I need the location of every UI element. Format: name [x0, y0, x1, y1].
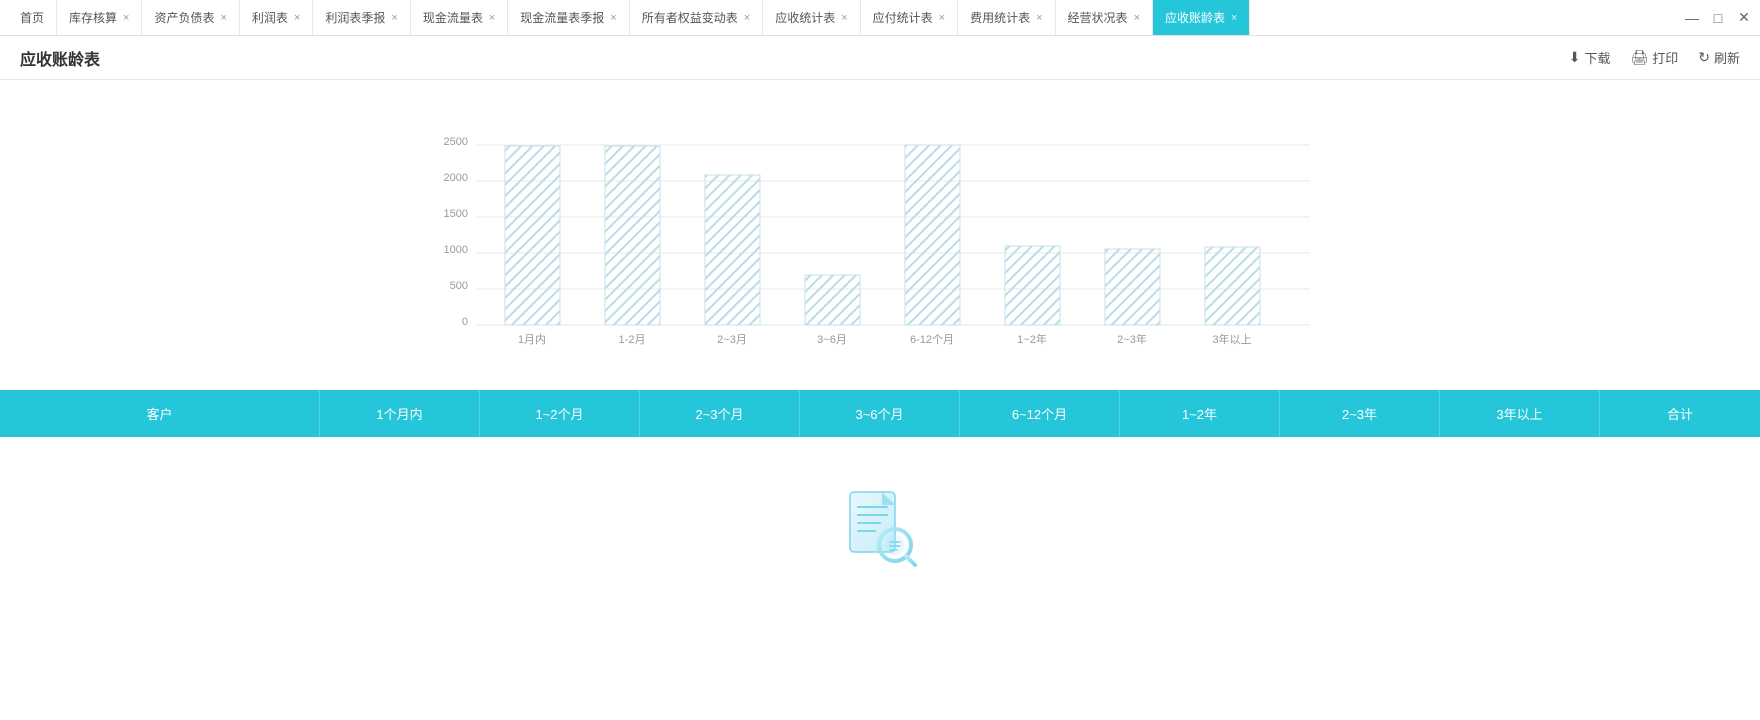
header-actions: ⬇ 下载 🖨 打印 ↻ 刷新 — [1569, 48, 1740, 67]
chart-area: 0 500 1000 1500 2000 2500 — [0, 80, 1760, 390]
close-icon[interactable]: × — [1036, 12, 1042, 24]
col-customer: 客户 — [0, 390, 320, 437]
tab-profit-quarterly[interactable]: 利润表季报 × — [313, 0, 410, 36]
tab-profit[interactable]: 利润表 × — [240, 0, 313, 36]
bar-chart: 0 500 1000 1500 2000 2500 — [430, 100, 1330, 370]
svg-text:0: 0 — [462, 316, 468, 328]
tab-home[interactable]: 首页 — [8, 0, 57, 36]
svg-text:2500: 2500 — [444, 136, 468, 148]
print-icon: 🖨 — [1630, 49, 1648, 66]
tab-equity[interactable]: 所有者权益变动表 × — [630, 0, 763, 36]
col-2-3m: 2~3个月 — [640, 390, 800, 437]
close-icon[interactable]: × — [489, 12, 495, 24]
col-total: 合计 — [1600, 390, 1760, 437]
svg-text:1~2年: 1~2年 — [1017, 332, 1047, 346]
col-1-2m: 1~2个月 — [480, 390, 640, 437]
print-button[interactable]: 🖨 打印 — [1630, 48, 1678, 67]
close-button[interactable]: ✕ — [1736, 10, 1752, 26]
close-icon[interactable]: × — [744, 12, 750, 24]
refresh-button[interactable]: ↻ 刷新 — [1698, 48, 1740, 67]
svg-text:1000: 1000 — [444, 244, 468, 256]
table-header: 客户 1个月内 1~2个月 2~3个月 3~6个月 6~12个月 1~2年 2~… — [0, 390, 1760, 437]
svg-text:3年以上: 3年以上 — [1212, 332, 1251, 346]
close-icon[interactable]: × — [841, 12, 847, 24]
tab-ar-stats[interactable]: 应收统计表 × — [763, 0, 860, 36]
maximize-button[interactable]: □ — [1710, 10, 1726, 26]
tab-cashflow[interactable]: 现金流量表 × — [411, 0, 508, 36]
main-content: 0 500 1000 1500 2000 2500 — [0, 80, 1760, 720]
col-1-2y: 1~2年 — [1120, 390, 1280, 437]
close-icon[interactable]: × — [391, 12, 397, 24]
col-6-12m: 6~12个月 — [960, 390, 1120, 437]
close-icon[interactable]: × — [294, 12, 300, 24]
close-icon[interactable]: × — [123, 12, 129, 24]
close-icon[interactable]: × — [1231, 12, 1237, 24]
col-1m: 1个月内 — [320, 390, 480, 437]
window-controls: — □ ✕ — [1684, 10, 1752, 26]
page-title: 应收账龄表 — [20, 46, 100, 70]
tab-expense-stats[interactable]: 费用统计表 × — [958, 0, 1055, 36]
svg-text:6-12个月: 6-12个月 — [910, 333, 954, 346]
tab-operations[interactable]: 经营状况表 × — [1056, 0, 1153, 36]
svg-text:2000: 2000 — [444, 172, 468, 184]
close-icon[interactable]: × — [1134, 12, 1140, 24]
col-3-6m: 3~6个月 — [800, 390, 960, 437]
tab-ar-aging[interactable]: 应收账龄表 × — [1153, 0, 1250, 36]
tab-inventory[interactable]: 库存核算 × — [57, 0, 142, 36]
empty-state — [0, 437, 1760, 597]
close-icon[interactable]: × — [220, 12, 226, 24]
col-2-3y: 2~3年 — [1280, 390, 1440, 437]
close-icon[interactable]: × — [610, 12, 616, 24]
minimize-button[interactable]: — — [1684, 10, 1700, 26]
download-icon: ⬇ — [1569, 49, 1581, 66]
download-button[interactable]: ⬇ 下载 — [1569, 48, 1611, 67]
tab-cashflow-quarterly[interactable]: 现金流量表季报 × — [508, 0, 629, 36]
tab-balance[interactable]: 资产负债表 × — [142, 0, 239, 36]
svg-text:1-2月: 1-2月 — [619, 334, 646, 346]
page-header: 应收账龄表 ⬇ 下载 🖨 打印 ↻ 刷新 — [0, 36, 1760, 80]
svg-text:3~6月: 3~6月 — [817, 334, 847, 346]
tab-bar: 首页 库存核算 × 资产负债表 × 利润表 × 利润表季报 × 现金流量表 × … — [0, 0, 1760, 36]
refresh-icon: ↻ — [1698, 49, 1710, 66]
tab-ap-stats[interactable]: 应付统计表 × — [861, 0, 958, 36]
svg-text:1月内: 1月内 — [518, 332, 546, 346]
svg-text:2~3月: 2~3月 — [717, 334, 747, 346]
svg-text:500: 500 — [450, 280, 468, 292]
svg-text:1500: 1500 — [444, 208, 468, 220]
empty-icon — [830, 477, 930, 577]
close-icon[interactable]: × — [939, 12, 945, 24]
col-3y-plus: 3年以上 — [1440, 390, 1600, 437]
svg-text:2~3年: 2~3年 — [1117, 332, 1147, 346]
